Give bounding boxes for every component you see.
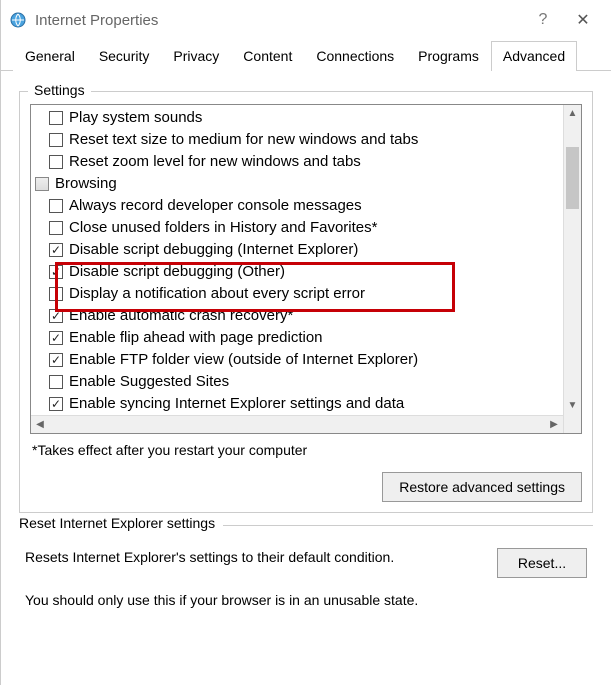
list-item: Play system sounds xyxy=(31,107,563,129)
item-label: Enable flip ahead with page prediction xyxy=(69,328,323,348)
tabstrip: General Security Privacy Content Connect… xyxy=(1,40,611,71)
item-label: Disable script debugging (Other) xyxy=(69,262,285,282)
checkbox[interactable] xyxy=(49,111,63,125)
scroll-left-icon[interactable]: ◀ xyxy=(31,416,49,434)
item-label: Play system sounds xyxy=(69,108,202,128)
reset-row: Resets Internet Explorer's settings to t… xyxy=(25,548,587,578)
list-item: Display a notification about every scrip… xyxy=(31,283,563,305)
item-label: Disable script debugging (Internet Explo… xyxy=(69,240,358,260)
checkbox[interactable] xyxy=(49,287,63,301)
tab-content[interactable]: Content xyxy=(231,41,304,71)
tab-general[interactable]: General xyxy=(13,41,87,71)
reset-button[interactable]: Reset... xyxy=(497,548,587,578)
list-item: Reset zoom level for new windows and tab… xyxy=(31,151,563,173)
checkbox[interactable] xyxy=(49,353,63,367)
list-item: Enable automatic crash recovery* xyxy=(31,305,563,327)
settings-group: Settings Play system soundsReset text si… xyxy=(19,91,593,513)
ie-icon xyxy=(9,11,27,29)
vertical-scrollbar[interactable]: ▲ ▼ xyxy=(563,105,581,433)
scroll-down-icon[interactable]: ▼ xyxy=(564,397,581,415)
item-label: Enable syncing Internet Explorer setting… xyxy=(69,394,404,414)
close-icon[interactable]: ✕ xyxy=(563,10,603,30)
reset-group: Reset Internet Explorer settings Resets … xyxy=(19,525,593,618)
restore-advanced-button[interactable]: Restore advanced settings xyxy=(382,472,582,502)
list-item: Reset text size to medium for new window… xyxy=(31,129,563,151)
item-label: Close unused folders in History and Favo… xyxy=(69,218,377,238)
reset-description: Resets Internet Explorer's settings to t… xyxy=(25,548,479,567)
titlebar: Internet Properties ? ✕ xyxy=(1,0,611,40)
item-label: Display a notification about every scrip… xyxy=(69,284,365,304)
list-item: Enable FTP folder view (outside of Inter… xyxy=(31,349,563,371)
list-item: Always record developer console messages xyxy=(31,195,563,217)
reset-warning: You should only use this if your browser… xyxy=(25,592,587,608)
settings-listbox: Play system soundsReset text size to med… xyxy=(30,104,582,434)
help-icon[interactable]: ? xyxy=(523,11,563,29)
checkbox[interactable] xyxy=(49,331,63,345)
window-title: Internet Properties xyxy=(35,12,523,29)
checkbox[interactable] xyxy=(49,309,63,323)
list-item: Enable syncing Internet Explorer setting… xyxy=(31,393,563,415)
checkbox[interactable] xyxy=(49,243,63,257)
checkbox[interactable] xyxy=(49,397,63,411)
list-item: Close unused folders in History and Favo… xyxy=(31,217,563,239)
tab-security[interactable]: Security xyxy=(87,41,162,71)
settings-legend: Settings xyxy=(28,82,91,98)
list-item: Disable script debugging (Other) xyxy=(31,261,563,283)
checkbox[interactable] xyxy=(49,155,63,169)
checkbox[interactable] xyxy=(49,221,63,235)
list-item: Enable Suggested Sites xyxy=(31,371,563,393)
item-label: Enable automatic crash recovery* xyxy=(69,306,293,326)
item-label: Enable Suggested Sites xyxy=(69,372,229,392)
internet-properties-window: Internet Properties ? ✕ General Security… xyxy=(0,0,611,685)
list-item: Disable script debugging (Internet Explo… xyxy=(31,239,563,261)
checkbox[interactable] xyxy=(49,265,63,279)
item-label: Browsing xyxy=(55,174,117,194)
restart-note: *Takes effect after you restart your com… xyxy=(30,434,582,472)
scroll-right-icon[interactable]: ▶ xyxy=(545,416,563,434)
tab-connections[interactable]: Connections xyxy=(304,41,406,71)
checkbox[interactable] xyxy=(49,375,63,389)
scroll-up-icon[interactable]: ▲ xyxy=(564,105,581,123)
settings-list: Play system soundsReset text size to med… xyxy=(31,105,563,433)
horizontal-scrollbar[interactable]: ◀ ▶ xyxy=(31,415,563,433)
item-label: Reset zoom level for new windows and tab… xyxy=(69,152,361,172)
restore-row: Restore advanced settings xyxy=(30,472,582,502)
item-label: Enable FTP folder view (outside of Inter… xyxy=(69,350,418,370)
checkbox[interactable] xyxy=(49,199,63,213)
tab-advanced[interactable]: Advanced xyxy=(491,41,577,71)
tab-programs[interactable]: Programs xyxy=(406,41,491,71)
content: Settings Play system soundsReset text si… xyxy=(1,71,611,628)
item-label: Always record developer console messages xyxy=(69,196,362,216)
list-item: Browsing xyxy=(31,173,563,195)
scroll-thumb[interactable] xyxy=(566,147,579,209)
checkbox[interactable] xyxy=(49,133,63,147)
tab-privacy[interactable]: Privacy xyxy=(161,41,231,71)
list-item: Enable flip ahead with page prediction xyxy=(31,327,563,349)
reset-legend: Reset Internet Explorer settings xyxy=(19,515,223,531)
item-label: Reset text size to medium for new window… xyxy=(69,130,418,150)
category-icon xyxy=(35,177,49,191)
